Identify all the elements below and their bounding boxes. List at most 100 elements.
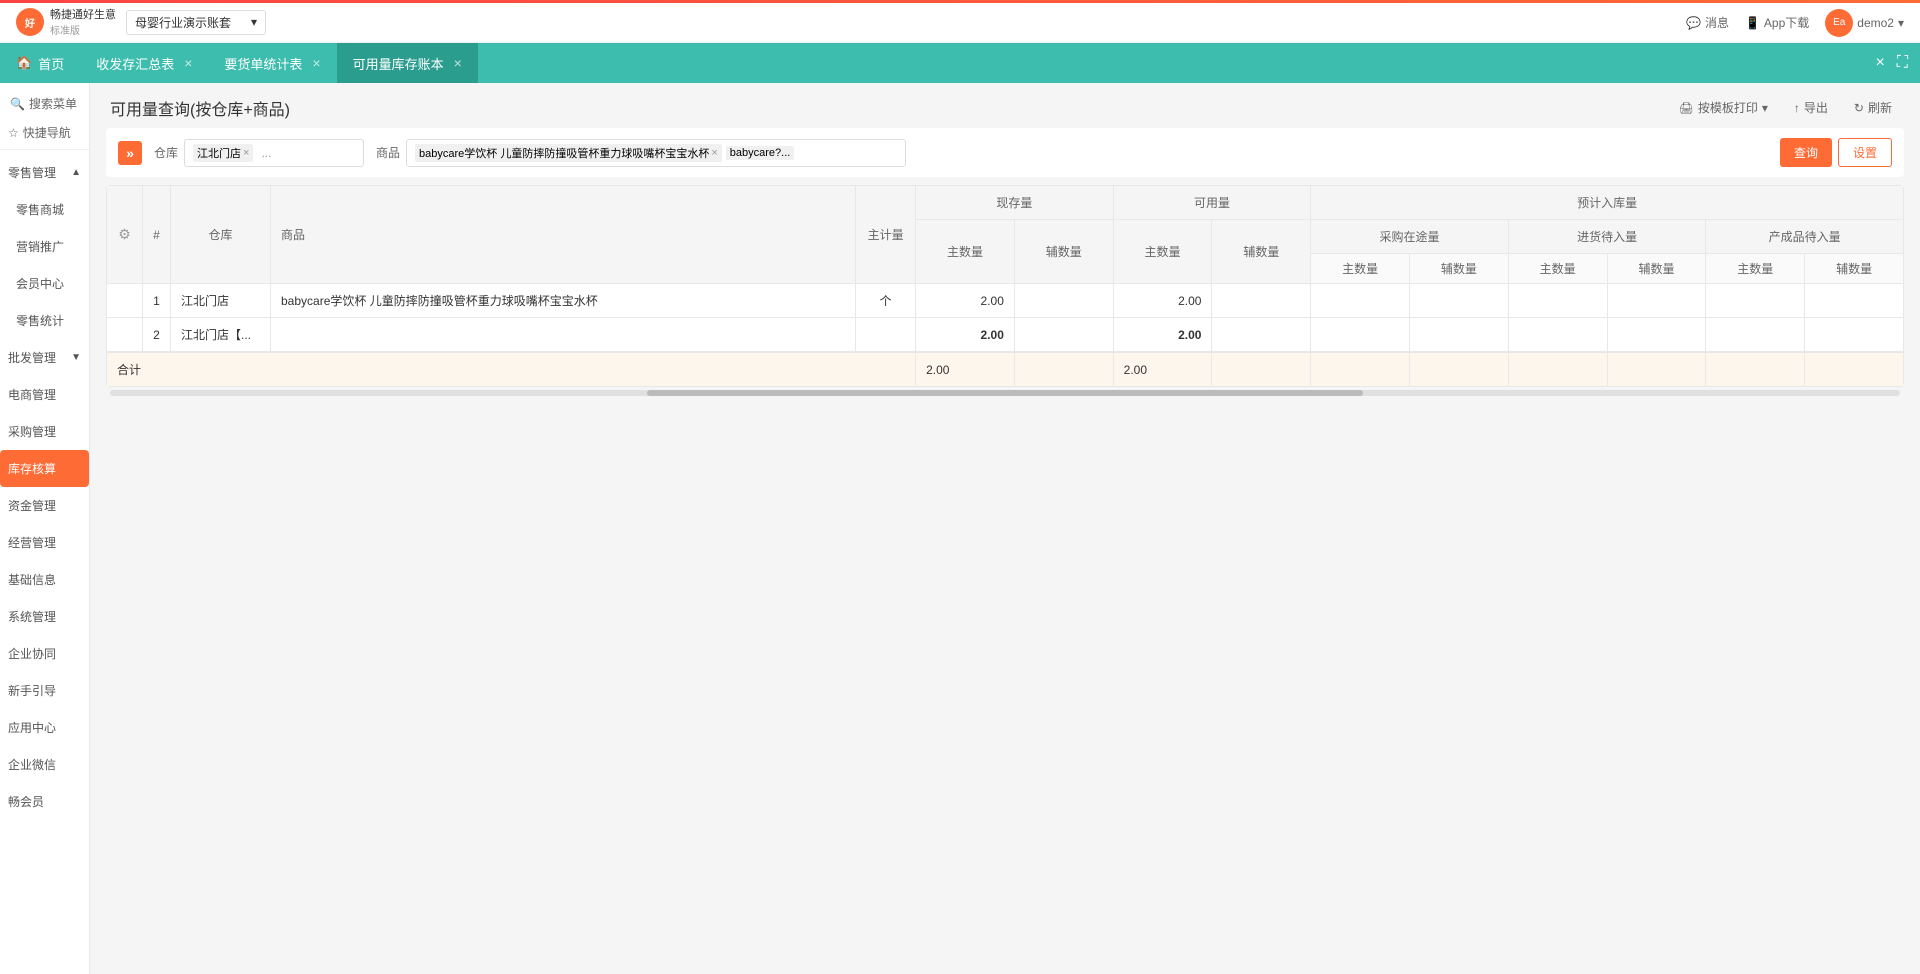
col-available-group: 可用量 — [1113, 186, 1311, 220]
tab-purchase-stats-close[interactable]: × — [312, 55, 320, 71]
tab-purchase-stats-label: 要货单统计表 — [224, 54, 302, 73]
scroll-bar-thumb[interactable] — [647, 390, 1363, 396]
page-actions: 🖨 按模板打印 ▾ ↑ 导出 ↻ 刷新 — [1671, 95, 1900, 120]
filter-toggle-btn[interactable]: » — [118, 141, 142, 165]
sidebar-quick-nav[interactable]: ☆ 快捷导航 — [0, 120, 89, 145]
tab-receipts[interactable]: 收发存汇总表 × — [80, 43, 208, 83]
warehouse-tag-text: 江北门店 — [197, 145, 241, 161]
col-pur-transit-main: 主数量 — [1311, 254, 1410, 284]
warehouse-more-btn[interactable]: ... — [257, 146, 275, 160]
col-planned-in-group: 预计入库量 — [1311, 186, 1904, 220]
sidebar-item-operations[interactable]: 经营管理 — [0, 524, 89, 561]
settings-button[interactable]: 设置 — [1838, 138, 1892, 167]
sidebar-item-member-card[interactable]: 畅会员 — [0, 783, 89, 820]
tab-receipts-close[interactable]: × — [184, 55, 192, 71]
row1-current-aux — [1014, 318, 1113, 353]
footer-avail-aux — [1212, 352, 1311, 387]
sidebar-item-marketing[interactable]: 营销推广 — [0, 228, 89, 265]
logo-text-area: 畅捷通好生意 标准版 — [50, 8, 116, 37]
col-avail-aux: 辅数量 — [1212, 220, 1311, 284]
product-tag-close-0[interactable]: × — [711, 147, 717, 159]
tab-home[interactable]: 🏠 首页 — [0, 43, 80, 83]
message-btn[interactable]: 💬 消息 — [1686, 14, 1729, 31]
search-icon: 🔍 — [10, 97, 25, 111]
row0-unit: 个 — [856, 284, 916, 318]
tab-available-stock-close[interactable]: × — [454, 55, 462, 71]
col-incoming-aux: 辅数量 — [1607, 254, 1706, 284]
print-label: 按模板打印 — [1698, 99, 1758, 116]
sidebar-item-wechat[interactable]: 企业微信 — [0, 746, 89, 783]
row0-avail-aux — [1212, 284, 1311, 318]
settings-icon[interactable]: ⚙ — [118, 226, 131, 242]
sidebar-item-members[interactable]: 会员中心 — [0, 265, 89, 302]
warehouse-input[interactable]: 江北门店 × ... — [184, 139, 364, 167]
nav-close-btn[interactable]: × — [1871, 50, 1888, 76]
filter-area: » 仓库 江北门店 × ... 商品 babycare学饮杯 儿童防摔防撞吸管杯… — [106, 128, 1904, 177]
logo-sub: 标准版 — [50, 22, 116, 37]
row1-product — [271, 318, 856, 353]
row1-gear — [107, 318, 143, 353]
row0-avail-main: 2.00 — [1113, 284, 1212, 318]
col-current-aux: 辅数量 — [1014, 220, 1113, 284]
sidebar-item-wholesale-label: 批发管理 — [8, 349, 56, 366]
sidebar-search[interactable]: 🔍 搜索菜单 — [0, 87, 89, 120]
print-btn[interactable]: 🖨 按模板打印 ▾ — [1671, 95, 1776, 120]
sidebar-nav-label: 快捷导航 — [23, 124, 71, 141]
sidebar-arrow-wholesale: ▼ — [71, 352, 81, 363]
user-area[interactable]: Ea demo2 ▾ — [1825, 9, 1904, 37]
col-product: 商品 — [271, 186, 856, 284]
sidebar-item-newbie-label: 新手引导 — [8, 682, 56, 699]
sidebar-item-wholesale[interactable]: 批发管理 ▼ — [0, 339, 89, 376]
row0-gear — [107, 284, 143, 318]
row0-incoming-main — [1508, 284, 1607, 318]
product-tag-1: babycare?... — [726, 146, 795, 160]
footer-incoming-aux — [1607, 352, 1706, 387]
sidebar-item-purchase[interactable]: 采购管理 — [0, 413, 89, 450]
col-prod-aux: 辅数量 — [1805, 254, 1904, 284]
refresh-btn[interactable]: ↻ 刷新 — [1846, 95, 1900, 120]
row0-current-main: 2.00 — [916, 284, 1015, 318]
warehouse-tag-close[interactable]: × — [243, 147, 249, 159]
print-dropdown-icon: ▾ — [1762, 101, 1768, 115]
nav-expand-btn[interactable]: ⛶ — [1893, 50, 1912, 76]
row1-prod-aux — [1805, 318, 1904, 353]
sidebar-item-wechat-label: 企业微信 — [8, 756, 56, 773]
sidebar-item-basic[interactable]: 基础信息 — [0, 561, 89, 598]
tab-receipts-label: 收发存汇总表 — [96, 54, 174, 73]
logo-text: 畅捷通好生意 — [50, 8, 116, 22]
sidebar-item-inventory[interactable]: 库存核算 — [0, 450, 89, 487]
sidebar-item-system[interactable]: 系统管理 — [0, 598, 89, 635]
sidebar-item-enterprise[interactable]: 企业协同 — [0, 635, 89, 672]
row1-index: 2 — [143, 318, 171, 353]
user-dropdown-icon: ▾ — [1898, 16, 1904, 30]
app-download-btn[interactable]: 📱 App下载 — [1745, 14, 1809, 31]
query-button[interactable]: 查询 — [1780, 138, 1832, 167]
product-input[interactable]: babycare学饮杯 儿童防摔防撞吸管杯重力球吸嘴杯宝宝水杯 × babyca… — [406, 139, 906, 167]
avatar-text: Ea — [1833, 17, 1845, 28]
footer-pur-transit-aux — [1410, 352, 1509, 387]
tab-purchase-stats[interactable]: 要货单统计表 × — [208, 43, 336, 83]
sidebar: 🔍 搜索菜单 ☆ 快捷导航 零售管理 ▲ 零售商城 营销推广 会员中心 零售统计… — [0, 83, 90, 974]
scroll-bar-area — [106, 387, 1904, 399]
product-tag-text-1: babycare?... — [730, 147, 791, 159]
sidebar-item-ecommerce[interactable]: 电商管理 — [0, 376, 89, 413]
sidebar-divider-1 — [0, 149, 89, 150]
row1-pur-transit-main — [1311, 318, 1410, 353]
row1-prod-main — [1706, 318, 1805, 353]
scroll-bar-track[interactable] — [110, 390, 1900, 396]
table-body: 1 江北门店 babycare学饮杯 儿童防摔防撞吸管杯重力球吸嘴杯宝宝水杯 个… — [107, 284, 1904, 353]
sidebar-item-finance[interactable]: 资金管理 — [0, 487, 89, 524]
sidebar-item-retail-stats[interactable]: 零售统计 — [0, 302, 89, 339]
col-avail-main: 主数量 — [1113, 220, 1212, 284]
sidebar-item-appstore[interactable]: 应用中心 — [0, 709, 89, 746]
footer-pur-transit-main — [1311, 352, 1410, 387]
sidebar-item-newbie[interactable]: 新手引导 — [0, 672, 89, 709]
main-layout: 🔍 搜索菜单 ☆ 快捷导航 零售管理 ▲ 零售商城 营销推广 会员中心 零售统计… — [0, 83, 1920, 974]
home-icon: 🏠 — [16, 55, 32, 71]
col-production-group: 产成品待入量 — [1706, 220, 1904, 254]
sidebar-item-retail[interactable]: 零售管理 ▲ — [0, 154, 89, 191]
sidebar-item-retail-mall[interactable]: 零售商城 — [0, 191, 89, 228]
export-btn[interactable]: ↑ 导出 — [1786, 95, 1836, 120]
industry-select[interactable]: 母婴行业演示账套 ▾ — [126, 10, 266, 35]
tab-available-stock[interactable]: 可用量库存账本 × — [337, 43, 478, 83]
